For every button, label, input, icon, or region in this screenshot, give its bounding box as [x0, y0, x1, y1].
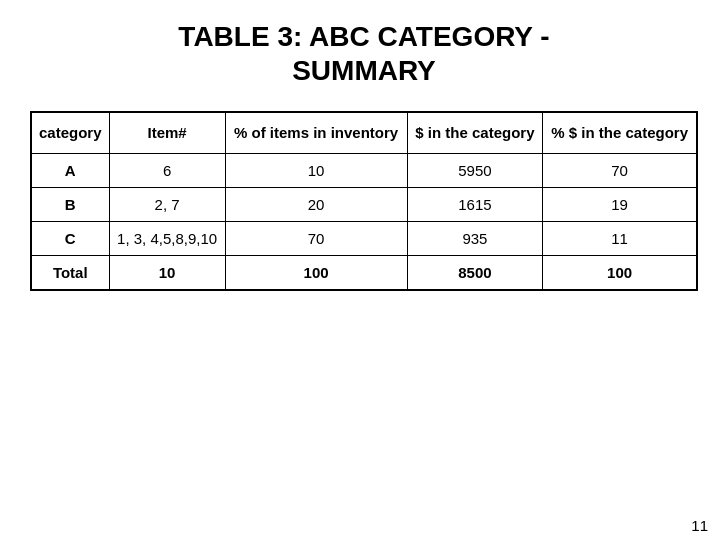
- abc-category-table: category Item# % of items in inventory $…: [30, 111, 698, 291]
- table-cell-r2-c4: 11: [543, 221, 697, 255]
- table-cell-r2-c2: 70: [225, 221, 407, 255]
- table-cell-r3-c4: 100: [543, 255, 697, 290]
- col-header-pct-dollar: % $ in the category: [543, 112, 697, 153]
- table-cell-r2-c3: 935: [407, 221, 543, 255]
- table-row: Total101008500100: [31, 255, 697, 290]
- table-cell-r0-c4: 70: [543, 153, 697, 187]
- table-cell-r1-c2: 20: [225, 187, 407, 221]
- table-wrapper: category Item# % of items in inventory $…: [30, 111, 698, 291]
- table-row: A610595070: [31, 153, 697, 187]
- table-cell-r3-c0: Total: [31, 255, 109, 290]
- table-cell-r0-c3: 5950: [407, 153, 543, 187]
- table-cell-r0-c2: 10: [225, 153, 407, 187]
- table-cell-r0-c0: A: [31, 153, 109, 187]
- table-cell-r3-c3: 8500: [407, 255, 543, 290]
- col-header-pct-items: % of items in inventory: [225, 112, 407, 153]
- table-cell-r2-c0: C: [31, 221, 109, 255]
- table-row: B2, 720161519: [31, 187, 697, 221]
- table-cell-r1-c1: 2, 7: [109, 187, 225, 221]
- col-header-dollar: $ in the category: [407, 112, 543, 153]
- col-header-category: category: [31, 112, 109, 153]
- table-cell-r3-c1: 10: [109, 255, 225, 290]
- table-cell-r1-c3: 1615: [407, 187, 543, 221]
- table-row: C1, 3, 4,5,8,9,107093511: [31, 221, 697, 255]
- table-cell-r1-c4: 19: [543, 187, 697, 221]
- table-cell-r0-c1: 6: [109, 153, 225, 187]
- col-header-item: Item#: [109, 112, 225, 153]
- table-header-row: category Item# % of items in inventory $…: [31, 112, 697, 153]
- page-container: TABLE 3: ABC CATEGORY - SUMMARY category…: [0, 0, 728, 546]
- page-number: 11: [691, 517, 708, 534]
- table-cell-r1-c0: B: [31, 187, 109, 221]
- table-cell-r3-c2: 100: [225, 255, 407, 290]
- table-cell-r2-c1: 1, 3, 4,5,8,9,10: [109, 221, 225, 255]
- page-title: TABLE 3: ABC CATEGORY - SUMMARY: [178, 20, 549, 87]
